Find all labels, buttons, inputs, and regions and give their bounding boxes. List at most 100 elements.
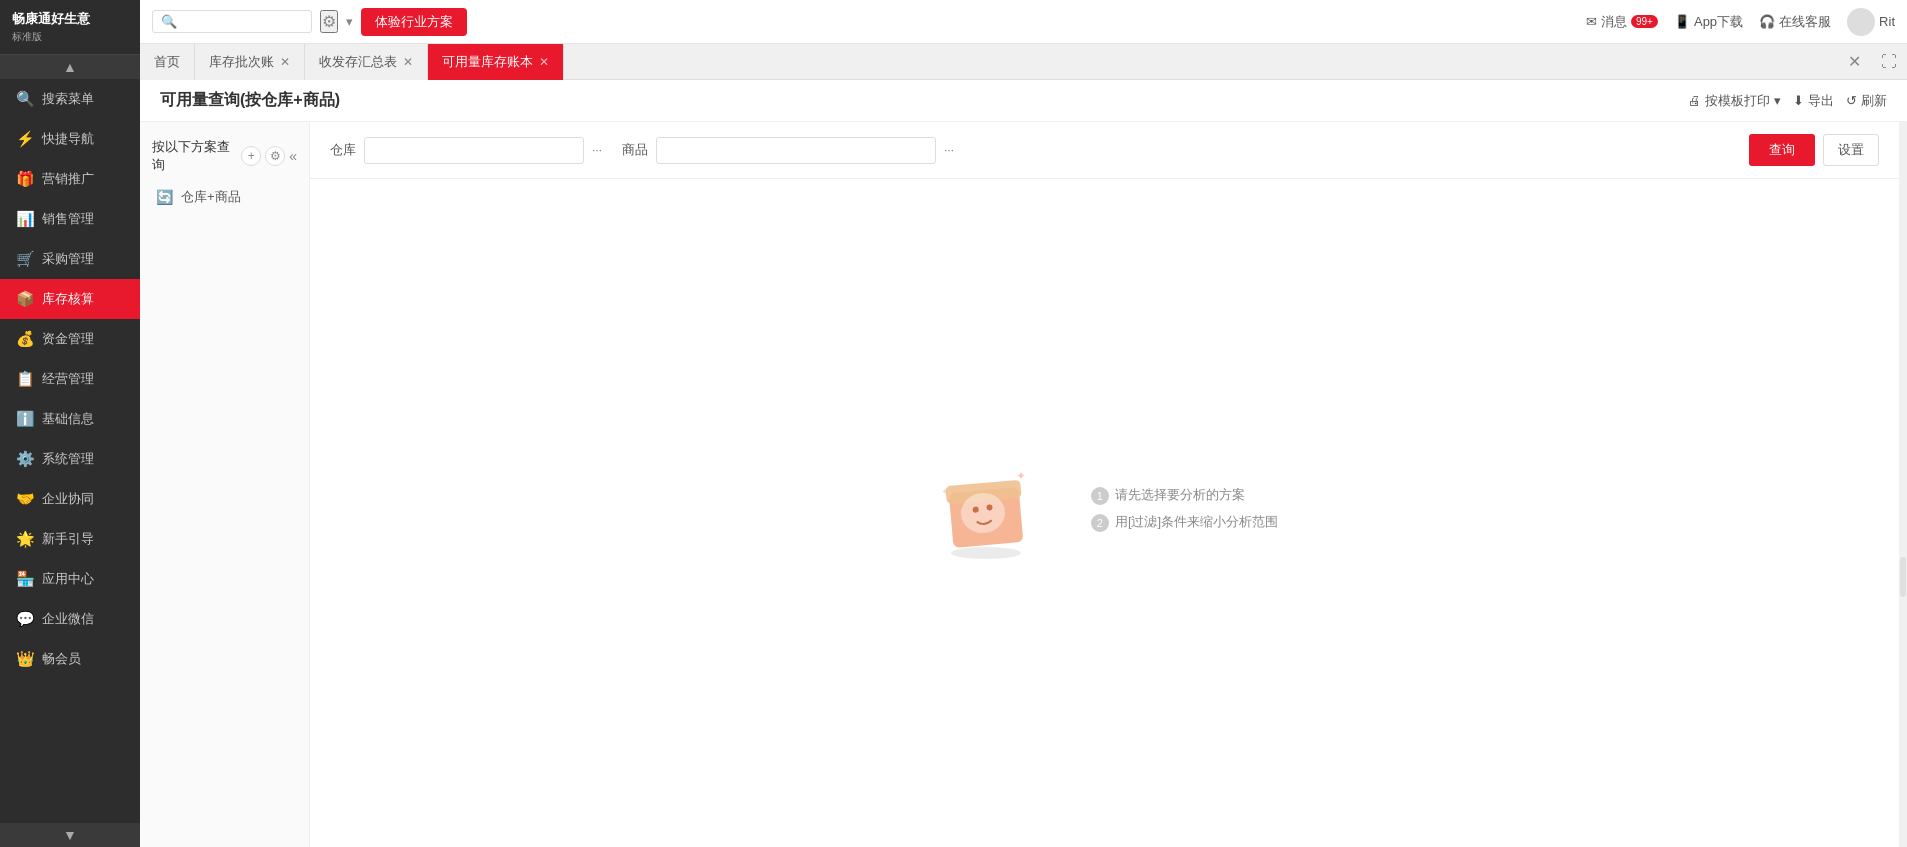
scrollbar-right[interactable] xyxy=(1899,122,1907,847)
scheme-icon: 🔄 xyxy=(156,189,173,205)
refresh-icon: ↺ xyxy=(1846,93,1857,108)
setting-btn[interactable]: 设置 xyxy=(1823,134,1879,166)
sidebar-item-label: 营销推广 xyxy=(42,170,94,188)
hint-1: 1 请先选择要分析的方案 xyxy=(1091,486,1278,505)
empty-wrapper: ✦ ✦ 1 请先选择要分析的方案 2 用[过滤]条件来缩小分析范围 xyxy=(931,445,1278,581)
sidebar-item-label: 新手引导 xyxy=(42,530,94,548)
tab-available-ledger[interactable]: 可用量库存账本 ✕ xyxy=(428,44,564,80)
online-service-btn[interactable]: 🎧 在线客服 xyxy=(1759,13,1831,31)
sidebar-scroll-down[interactable]: ▼ xyxy=(0,823,140,847)
tab-receipt-summary[interactable]: 收发存汇总表 ✕ xyxy=(305,44,428,80)
topbar: 🔍 ⚙ ▾ 体验行业方案 ✉ 消息 99+ 📱 App下载 🎧 在线客服 Rit xyxy=(140,0,1907,44)
sidebar-item-label: 资金管理 xyxy=(42,330,94,348)
page-header-actions: 🖨 按模板打印 ▾ ⬇ 导出 ↺ 刷新 xyxy=(1688,92,1887,110)
print-icon: 🖨 xyxy=(1688,93,1701,108)
message-icon: ✉ xyxy=(1586,14,1597,29)
close-batch-account[interactable]: ✕ xyxy=(280,55,290,69)
message-btn[interactable]: ✉ 消息 99+ xyxy=(1586,13,1658,31)
empty-state: ✦ ✦ 1 请先选择要分析的方案 2 用[过滤]条件来缩小分析范围 xyxy=(310,179,1899,847)
close-receipt-summary[interactable]: ✕ xyxy=(403,55,413,69)
gear-button[interactable]: ⚙ xyxy=(320,10,338,33)
query-form: 仓库 ··· 商品 ··· 查询 设置 xyxy=(310,122,1899,179)
topbar-search-box[interactable]: 🔍 xyxy=(152,10,312,33)
svg-point-5 xyxy=(951,547,1021,559)
export-btn[interactable]: ⬇ 导出 xyxy=(1793,92,1834,110)
version-badge: 标准版 xyxy=(12,30,128,44)
sidebar-item-label: 系统管理 xyxy=(42,450,94,468)
sidebar-item-label: 销售管理 xyxy=(42,210,94,228)
add-scheme-btn[interactable]: + xyxy=(241,146,261,166)
empty-hints: 1 请先选择要分析的方案 2 用[过滤]条件来缩小分析范围 xyxy=(1091,486,1278,540)
sidebar-header: 畅康通好生意 标准版 xyxy=(0,0,140,55)
sidebar-item-label: 搜索菜单 xyxy=(42,90,94,108)
sidebar-item-label: 经营管理 xyxy=(42,370,94,388)
purchase-icon: 🛒 xyxy=(16,250,34,268)
sidebar-item-finance[interactable]: 💰 资金管理 xyxy=(0,319,140,359)
warehouse-more-btn[interactable]: ··· xyxy=(592,143,602,157)
sidebar-item-guide[interactable]: 🌟 新手引导 xyxy=(0,519,140,559)
quicknav-icon: ⚡ xyxy=(16,130,34,148)
finance-icon: 💰 xyxy=(16,330,34,348)
app-download-btn[interactable]: 📱 App下载 xyxy=(1674,13,1743,31)
sidebar-item-system[interactable]: ⚙️ 系统管理 xyxy=(0,439,140,479)
sidebar-item-enterprise[interactable]: 🤝 企业协同 xyxy=(0,479,140,519)
page-header: 可用量查询(按仓库+商品) 🖨 按模板打印 ▾ ⬇ 导出 ↺ 刷新 xyxy=(140,80,1907,122)
left-panel-actions: + ⚙ « xyxy=(241,146,297,166)
online-service-label: 在线客服 xyxy=(1779,13,1831,31)
empty-svg: ✦ ✦ xyxy=(931,445,1051,565)
sidebar-item-wechat[interactable]: 💬 企业微信 xyxy=(0,599,140,639)
scheme-item-warehouse-product[interactable]: 🔄 仓库+商品 xyxy=(140,180,309,214)
sidebar-item-sales[interactable]: 📊 销售管理 xyxy=(0,199,140,239)
product-more-btn[interactable]: ··· xyxy=(944,143,954,157)
tabs-actions: ✕ ⛶ xyxy=(1838,52,1907,71)
print-btn[interactable]: 🖨 按模板打印 ▾ xyxy=(1688,92,1781,110)
sidebar-item-label: 采购管理 xyxy=(42,250,94,268)
sidebar-item-label: 企业协同 xyxy=(42,490,94,508)
query-btn[interactable]: 查询 xyxy=(1749,134,1815,166)
sidebar-item-vip[interactable]: 👑 畅会员 xyxy=(0,639,140,679)
sidebar-item-label: 应用中心 xyxy=(42,570,94,588)
sidebar-item-quicknav[interactable]: ⚡ 快捷导航 xyxy=(0,119,140,159)
warehouse-input[interactable] xyxy=(364,137,584,164)
refresh-btn[interactable]: ↺ 刷新 xyxy=(1846,92,1887,110)
user-name: Rit xyxy=(1879,14,1895,29)
print-label: 按模板打印 xyxy=(1705,92,1770,110)
sidebar-item-inventory[interactable]: 📦 库存核算 xyxy=(0,279,140,319)
tab-home[interactable]: 首页 xyxy=(140,44,195,80)
main-area: 🔍 ⚙ ▾ 体验行业方案 ✉ 消息 99+ 📱 App下载 🎧 在线客服 Rit xyxy=(140,0,1907,847)
base-icon: ℹ️ xyxy=(16,410,34,428)
left-panel-header: 按以下方案查询 + ⚙ « xyxy=(140,132,309,180)
maximize-btn[interactable]: ⛶ xyxy=(1871,53,1907,71)
sidebar-item-base[interactable]: ℹ️ 基础信息 xyxy=(0,399,140,439)
enterprise-icon: 🤝 xyxy=(16,490,34,508)
sidebar-item-purchase[interactable]: 🛒 采购管理 xyxy=(0,239,140,279)
tabs-bar: 首页 库存批次账 ✕ 收发存汇总表 ✕ 可用量库存账本 ✕ ✕ ⛶ xyxy=(140,44,1907,80)
search-input[interactable] xyxy=(181,15,301,29)
hint-text-1: 请先选择要分析的方案 xyxy=(1115,486,1245,504)
sidebar-item-appstore[interactable]: 🏪 应用中心 xyxy=(0,559,140,599)
hint-2: 2 用[过滤]条件来缩小分析范围 xyxy=(1091,513,1278,532)
sidebar-item-marketing[interactable]: 🎁 营销推广 xyxy=(0,159,140,199)
sidebar-nav: 🔍 搜索菜单 ⚡ 快捷导航 🎁 营销推广 📊 销售管理 🛒 采购管理 📦 库存核… xyxy=(0,79,140,823)
dropdown-icon[interactable]: ▾ xyxy=(346,14,353,29)
svg-text:✦: ✦ xyxy=(941,486,949,497)
sidebar-scroll-up[interactable]: ▲ xyxy=(0,55,140,79)
scheme-label: 仓库+商品 xyxy=(181,188,241,206)
left-panel-title: 按以下方案查询 xyxy=(152,138,235,174)
collapse-panel-btn[interactable]: « xyxy=(289,148,297,164)
tab-batch-account[interactable]: 库存批次账 ✕ xyxy=(195,44,305,80)
app-download-label: App下载 xyxy=(1694,13,1743,31)
refresh-label: 刷新 xyxy=(1861,92,1887,110)
manage-scheme-btn[interactable]: ⚙ xyxy=(265,146,285,166)
product-input[interactable] xyxy=(656,137,936,164)
operations-icon: 📋 xyxy=(16,370,34,388)
warehouse-label: 仓库 xyxy=(330,141,356,159)
trial-btn[interactable]: 体验行业方案 xyxy=(361,8,467,36)
sidebar-item-operations[interactable]: 📋 经营管理 xyxy=(0,359,140,399)
close-available-ledger[interactable]: ✕ xyxy=(539,55,549,69)
svg-text:✦: ✦ xyxy=(1016,469,1026,483)
tab-batch-account-label: 库存批次账 xyxy=(209,53,274,71)
sidebar-item-search[interactable]: 🔍 搜索菜单 xyxy=(0,79,140,119)
user-info[interactable]: Rit xyxy=(1847,8,1895,36)
close-all-tabs-btn[interactable]: ✕ xyxy=(1838,52,1871,71)
